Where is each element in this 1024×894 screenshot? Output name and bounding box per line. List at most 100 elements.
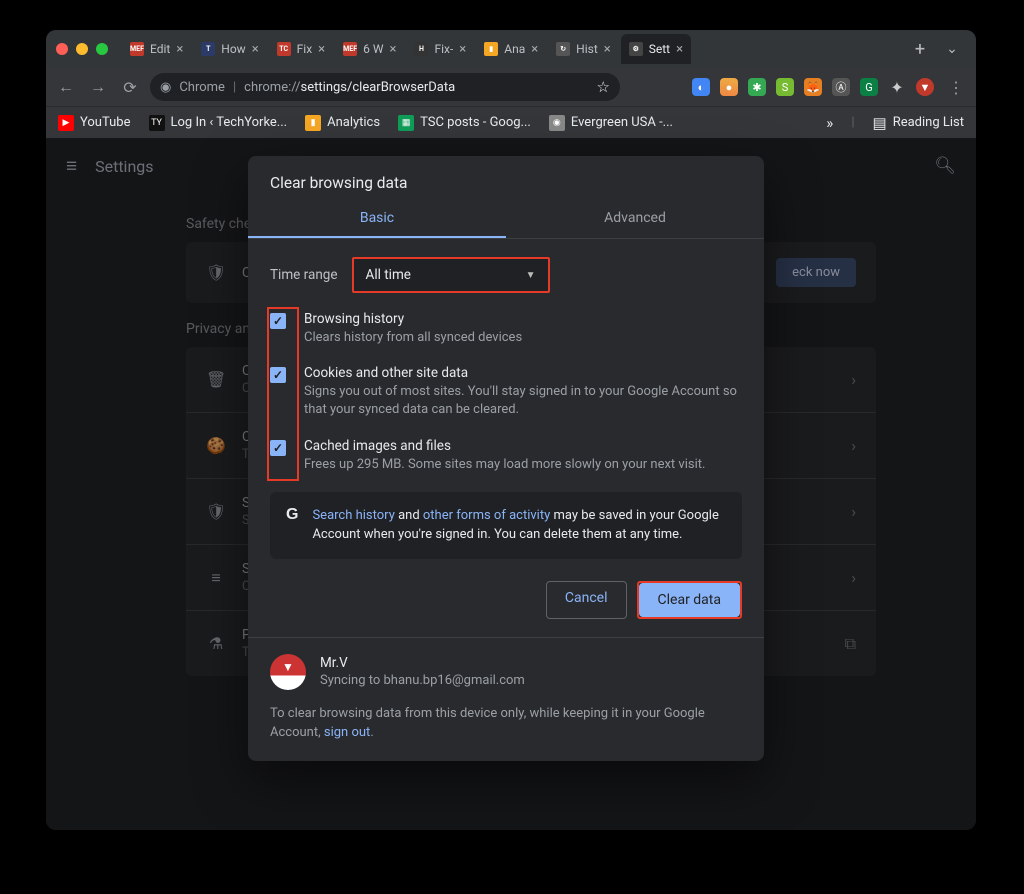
cancel-button[interactable]: Cancel xyxy=(546,581,627,619)
bookmark-item[interactable]: ◉Evergreen USA -... xyxy=(549,115,673,131)
annotation-highlight: Clear data xyxy=(637,581,742,619)
tab-title: Fix- xyxy=(434,42,453,56)
site-info-icon: ◉ xyxy=(160,80,171,95)
tab-advanced[interactable]: Advanced xyxy=(506,198,764,238)
browser-tab[interactable]: MEF6 W× xyxy=(335,34,404,64)
close-tab-icon[interactable]: × xyxy=(459,42,466,57)
sign-out-link[interactable]: sign out xyxy=(324,725,370,740)
data-type-row: ✓Browsing historyClears history from all… xyxy=(270,311,742,365)
reload-button[interactable]: ⟳ xyxy=(118,78,142,97)
new-tab-button[interactable]: + xyxy=(908,39,932,60)
bookmark-label: YouTube xyxy=(80,115,131,130)
favicon: TC xyxy=(277,42,291,56)
time-range-select[interactable]: All time ▼ xyxy=(352,257,550,293)
tab-title: Hist xyxy=(576,42,598,56)
google-g-icon: G xyxy=(286,506,298,545)
forward-button[interactable]: → xyxy=(86,77,110,97)
bookmark-label: Evergreen USA -... xyxy=(571,115,673,130)
ext-icon[interactable]: Ⓐ xyxy=(832,78,850,96)
browser-tab[interactable]: TC Fix × xyxy=(269,34,333,64)
other-activity-link[interactable]: other forms of activity xyxy=(423,508,550,523)
favicon: H xyxy=(414,42,428,56)
browser-tab[interactable]: ↻ Hist × xyxy=(548,34,619,64)
close-tab-icon[interactable]: × xyxy=(252,42,259,57)
close-tab-icon[interactable]: × xyxy=(318,42,325,57)
ext-icon[interactable]: G xyxy=(860,78,878,96)
dialog-title: Clear browsing data xyxy=(248,156,764,198)
info-box: G Search history and other forms of acti… xyxy=(270,492,742,559)
ext-icon[interactable]: ● xyxy=(720,78,738,96)
minimize-window[interactable] xyxy=(76,43,88,55)
favicon: T xyxy=(201,42,215,56)
data-type-row: ✓Cached images and filesFrees up 295 MB.… xyxy=(270,438,742,492)
annotation-highlight xyxy=(267,307,299,481)
checkbox-sublabel: Signs you out of most sites. You'll stay… xyxy=(304,383,742,419)
browser-tab[interactable]: ▮ Ana × xyxy=(476,34,546,64)
navbar: ← → ⟳ ◉ Chrome | chrome://settings/clear… xyxy=(46,68,976,106)
extensions-puzzle-icon[interactable]: ✦ xyxy=(888,78,906,96)
bookmarks-bar: ▶ YouTube TYLog In ‹ TechYorke... ▮Analytic… xyxy=(46,106,976,138)
time-range-label: Time range xyxy=(270,267,338,283)
favicon: ↻ xyxy=(556,42,570,56)
checkbox-sublabel: Frees up 295 MB. Some sites may load mor… xyxy=(304,456,705,474)
ext-icon[interactable]: ◐ xyxy=(692,78,710,96)
bookmarks-overflow[interactable]: » xyxy=(826,114,833,132)
favicon: MEF xyxy=(130,42,144,56)
user-sync-status: Syncing to bhanu.bp16@gmail.com xyxy=(320,673,525,688)
bookmark-item[interactable]: ▦TSC posts - Goog... xyxy=(398,115,531,131)
browser-tab[interactable]: MEF Edit × xyxy=(122,34,191,64)
bookmark-star-icon[interactable]: ☆ xyxy=(597,78,610,96)
avatar xyxy=(270,654,306,690)
browser-tab[interactable]: ⚙Sett× xyxy=(621,34,691,64)
ext-icon[interactable]: S xyxy=(776,78,794,96)
ext-icon[interactable]: ✱ xyxy=(748,78,766,96)
url-label: Chrome xyxy=(179,80,225,95)
data-type-row: ✓Cookies and other site dataSigns you ou… xyxy=(270,365,742,437)
tab-title: Sett xyxy=(649,42,670,56)
info-text: Search history and other forms of activi… xyxy=(312,506,726,545)
footer-note: To clear browsing data from this device … xyxy=(270,704,742,743)
favicon: ▮ xyxy=(484,42,498,56)
browser-tabs: MEFEdit×THow×TCFix×MEF6 W×HFix-×▮Ana×↻Hi… xyxy=(122,34,902,64)
address-bar[interactable]: ◉ Chrome | chrome://settings/clearBrowse… xyxy=(150,73,620,101)
bookmark-item[interactable]: TYLog In ‹ TechYorke... xyxy=(149,115,288,131)
maximize-window[interactable] xyxy=(96,43,108,55)
close-window[interactable] xyxy=(56,43,68,55)
data-type-list: ✓Browsing historyClears history from all… xyxy=(270,311,742,492)
dialog-footer: Mr.V Syncing to bhanu.bp16@gmail.com To … xyxy=(248,637,764,761)
bookmark-item[interactable]: ▮Analytics xyxy=(305,115,380,131)
search-history-link[interactable]: Search history xyxy=(312,508,394,523)
back-button[interactable]: ← xyxy=(54,77,78,97)
reading-list-button[interactable]: ▤ Reading List xyxy=(873,114,964,132)
close-tab-icon[interactable]: × xyxy=(676,42,683,57)
ext-icon[interactable]: ▼ xyxy=(916,78,934,96)
tab-basic[interactable]: Basic xyxy=(248,198,506,238)
favicon: TY xyxy=(149,115,165,131)
browser-tab[interactable]: H Fix- × xyxy=(406,34,474,64)
clear-browsing-data-dialog: Clear browsing data Basic Advanced Time … xyxy=(248,156,764,761)
tab-title: Ana xyxy=(504,42,525,56)
tab-title: Edit xyxy=(150,42,170,56)
checkbox-label: Cookies and other site data xyxy=(304,365,742,381)
tab-title: Fix xyxy=(297,42,313,56)
tab-overflow-button[interactable]: ⌄ xyxy=(938,41,966,57)
close-tab-icon[interactable]: × xyxy=(390,42,397,57)
time-range-row: Time range All time ▼ xyxy=(270,257,742,293)
traffic-lights xyxy=(56,43,108,55)
tab-title: 6 W xyxy=(363,42,383,56)
kebab-menu[interactable]: ⋮ xyxy=(944,78,968,97)
reading-list-icon: ▤ xyxy=(873,114,887,132)
ext-icon[interactable]: 🦊 xyxy=(804,78,822,96)
favicon: ▦ xyxy=(398,115,414,131)
bookmark-item[interactable]: ▶ YouTube xyxy=(58,115,131,131)
favicon: ▮ xyxy=(305,115,321,131)
clear-data-button[interactable]: Clear data xyxy=(639,583,740,617)
dialog-actions: Cancel Clear data xyxy=(248,581,764,637)
extension-icons: ◐ ● ✱ S 🦊 Ⓐ G ✦ ▼ ⋮ xyxy=(692,78,968,97)
dialog-tabs: Basic Advanced xyxy=(248,198,764,238)
browser-tab[interactable]: THow× xyxy=(193,34,266,64)
close-tab-icon[interactable]: × xyxy=(604,42,611,57)
favicon: ▶ xyxy=(58,115,74,131)
close-tab-icon[interactable]: × xyxy=(531,42,538,57)
close-tab-icon[interactable]: × xyxy=(176,42,183,57)
